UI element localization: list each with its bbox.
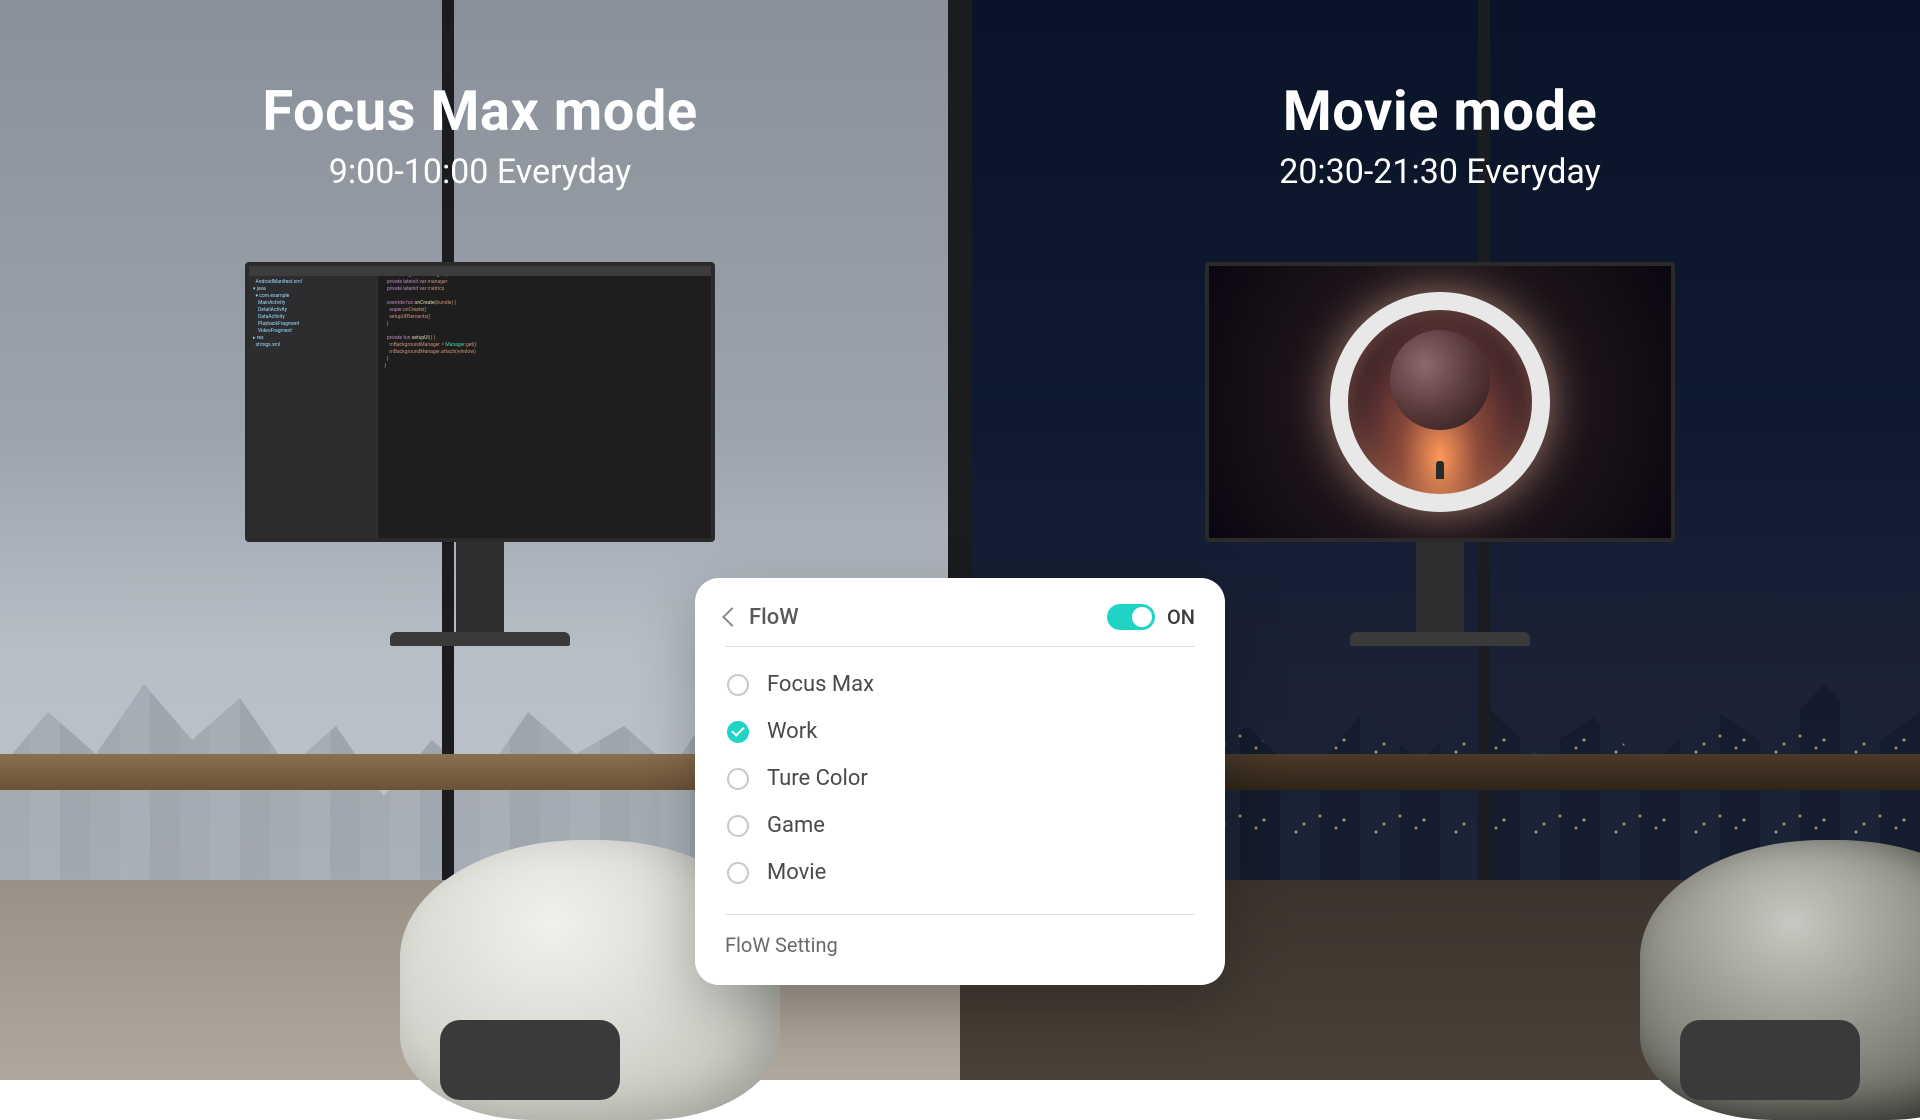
flow-option-work[interactable]: Work xyxy=(725,708,1195,755)
left-mode-subtitle: 9:00-10:00 Everyday xyxy=(262,152,697,192)
option-label: Game xyxy=(767,813,825,838)
radio-icon xyxy=(727,768,749,790)
flow-options-list: Focus Max Work Ture Color Game Movie xyxy=(725,647,1195,915)
right-mode-title: Movie mode xyxy=(1279,78,1601,144)
flow-toggle[interactable] xyxy=(1107,604,1155,630)
left-monitor-screen-code-editor: ▸ manifests AndroidManifest.xml ▾ java ▾… xyxy=(245,262,715,542)
flow-panel-title: FloW xyxy=(749,605,799,630)
flow-panel-header: FloW ON xyxy=(725,604,1195,647)
monitor-stand xyxy=(456,542,504,632)
option-label: Focus Max xyxy=(767,672,874,697)
flow-option-true-color[interactable]: Ture Color xyxy=(725,755,1195,802)
right-monitor-screen-movie xyxy=(1205,262,1675,542)
flow-toggle-label: ON xyxy=(1167,605,1195,629)
astronaut-icon xyxy=(1436,461,1444,479)
left-mode-title: Focus Max mode xyxy=(262,78,697,144)
chair xyxy=(1640,840,1920,1120)
radio-checked-icon xyxy=(727,721,749,743)
monitor-stand xyxy=(1416,542,1464,632)
right-mode-subtitle: 20:30-21:30 Everyday xyxy=(1279,152,1601,192)
right-monitor xyxy=(1205,262,1675,646)
planet-icon xyxy=(1390,330,1490,430)
option-label: Ture Color xyxy=(767,766,868,791)
flow-option-movie[interactable]: Movie xyxy=(725,849,1195,896)
radio-icon xyxy=(727,674,749,696)
back-icon[interactable] xyxy=(722,607,742,627)
option-label: Work xyxy=(767,719,817,744)
option-label: Movie xyxy=(767,860,826,885)
left-monitor: ▸ manifests AndroidManifest.xml ▾ java ▾… xyxy=(245,262,715,646)
right-mode-header: Movie mode 20:30-21:30 Everyday xyxy=(1279,78,1601,192)
radio-icon xyxy=(727,815,749,837)
monitor-base xyxy=(390,632,570,646)
flow-option-focus-max[interactable]: Focus Max xyxy=(725,661,1195,708)
left-mode-header: Focus Max mode 9:00-10:00 Everyday xyxy=(262,78,697,192)
radio-icon xyxy=(727,862,749,884)
monitor-base xyxy=(1350,632,1530,646)
flow-setting-link[interactable]: FloW Setting xyxy=(725,915,1195,957)
flow-option-game[interactable]: Game xyxy=(725,802,1195,849)
flow-settings-panel: FloW ON Focus Max Work Ture Color Game M… xyxy=(695,578,1225,985)
